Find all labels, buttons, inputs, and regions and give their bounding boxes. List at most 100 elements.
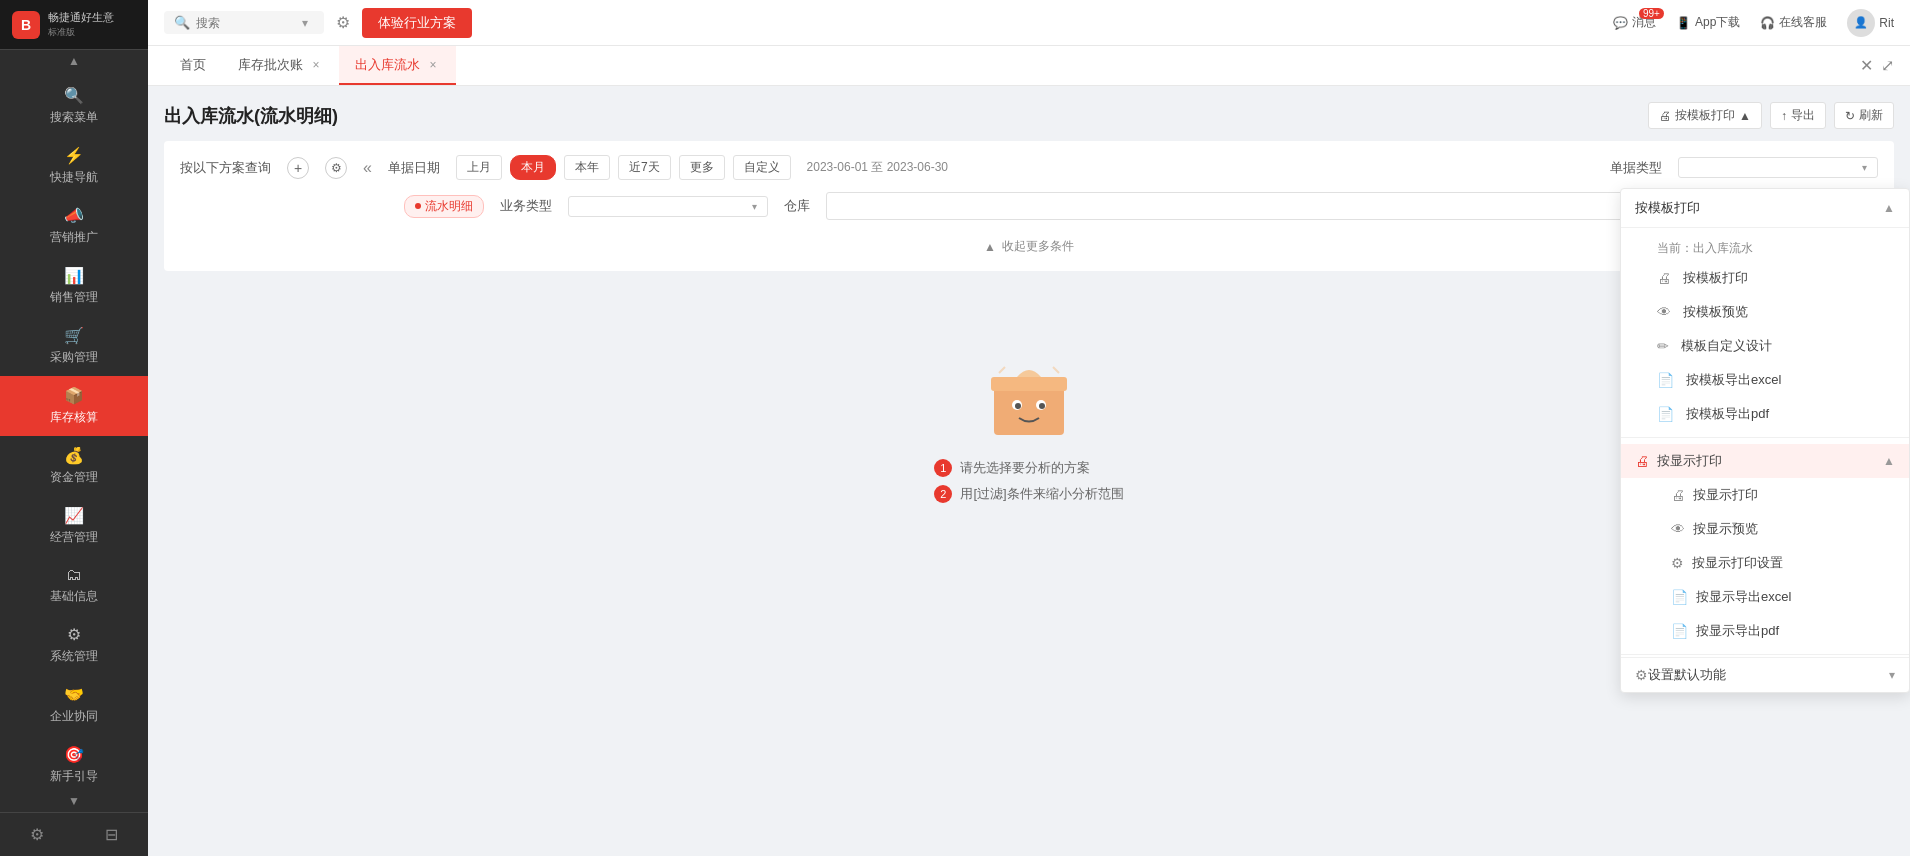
tab-batch-account[interactable]: 库存批次账 ×: [222, 46, 339, 85]
dropdown-display-excel[interactable]: 📄 按显示导出excel: [1621, 580, 1909, 614]
date-more-btn[interactable]: 更多: [679, 155, 725, 180]
sidebar-settings-icon[interactable]: ⚙: [30, 825, 44, 844]
display-settings-label: 按显示打印设置: [1692, 554, 1783, 572]
sidebar-collapse-icon[interactable]: ⊟: [105, 825, 118, 844]
svg-line-6: [999, 367, 1005, 373]
date-custom-btn[interactable]: 自定义: [733, 155, 791, 180]
sidebar-item-operations[interactable]: 📈 经营管理: [0, 496, 148, 556]
trial-button[interactable]: 体验行业方案: [362, 8, 472, 38]
sidebar-item-sales[interactable]: 📊 销售管理: [0, 256, 148, 316]
messages-badge: 99+: [1639, 8, 1664, 19]
topbar-right: 💬 消息 99+ 📱 App下载 🎧 在线客服 👤 Rit: [1613, 9, 1894, 37]
tag-dot: [415, 203, 421, 209]
messages-button[interactable]: 💬 消息 99+: [1613, 14, 1656, 31]
dropdown-template-preview[interactable]: 👁 按模板预览: [1621, 295, 1909, 329]
print-template-button[interactable]: 🖨 按模板打印 ▲: [1648, 102, 1762, 129]
sidebar-scroll-up[interactable]: ▲: [0, 50, 148, 72]
dropdown-template-pdf[interactable]: 📄 按模板导出pdf: [1621, 397, 1909, 431]
user-profile[interactable]: 👤 Rit: [1847, 9, 1894, 37]
sidebar-item-system[interactable]: ⚙ 系统管理: [0, 615, 148, 675]
warehouse-select[interactable]: ···: [826, 192, 1720, 220]
template-print-label: 按模板打印: [1683, 269, 1748, 287]
sidebar-item-label: 销售管理: [50, 289, 98, 306]
page-header: 出入库流水(流水明细) 🖨 按模板打印 ▲ ↑ 导出 ↻ 刷新: [164, 102, 1894, 129]
sidebar-item-label: 搜索菜单: [50, 109, 98, 126]
date-current-year-btn[interactable]: 本年: [564, 155, 610, 180]
filter-add-button[interactable]: +: [287, 157, 309, 179]
template-custom-icon: ✏: [1657, 338, 1669, 354]
dropdown-template-custom[interactable]: ✏ 模板自定义设计: [1621, 329, 1909, 363]
search-input[interactable]: [196, 16, 296, 30]
dropdown-display-print[interactable]: 🖨 按显示打印: [1621, 478, 1909, 512]
window-maximize-icon[interactable]: ⤢: [1881, 56, 1894, 75]
tabbar: 首页 库存批次账 × 出入库流水 × ✕ ⤢: [148, 46, 1910, 86]
dropdown-template-print[interactable]: 🖨 按模板打印: [1621, 261, 1909, 295]
empty-illustration: [979, 343, 1079, 443]
app-download-button[interactable]: 📱 App下载: [1676, 14, 1740, 31]
current-flow-label: 当前：出入库流水: [1621, 232, 1909, 261]
service-button[interactable]: 🎧 在线客服: [1760, 14, 1827, 31]
window-close-icon[interactable]: ✕: [1860, 56, 1873, 75]
dropdown-display-preview[interactable]: 👁 按显示预览: [1621, 512, 1909, 546]
sidebar: B 畅捷通好生意 标准版 ▲ 🔍 搜索菜单 ⚡ 快捷导航 📣 营销推广 📊 销售…: [0, 0, 148, 856]
sidebar-item-enterprise[interactable]: 🤝 企业协同: [0, 675, 148, 735]
sidebar-item-marketing[interactable]: 📣 营销推广: [0, 196, 148, 256]
date-current-month-btn[interactable]: 本月: [510, 155, 556, 180]
svg-point-5: [1039, 403, 1045, 409]
dropdown-collapse-arrow[interactable]: ▲: [1883, 201, 1895, 215]
sidebar-item-label: 快捷导航: [50, 169, 98, 186]
doc-type-arrow-icon: ▾: [1862, 162, 1867, 173]
date-7days-btn[interactable]: 近7天: [618, 155, 671, 180]
tab-flow[interactable]: 出入库流水 ×: [339, 46, 456, 85]
filter-row-1: 按以下方案查询 + ⚙ « 单据日期 上月 本月 本年 近7天 更多 自定义: [180, 155, 1878, 180]
export-button[interactable]: ↑ 导出: [1770, 102, 1826, 129]
date-range-display: 2023-06-01 至 2023-06-30: [807, 159, 948, 176]
dropdown-display-header[interactable]: 🖨 按显示打印 ▲: [1621, 444, 1909, 478]
app-icon: 📱: [1676, 16, 1691, 30]
sidebar-item-label: 资金管理: [50, 469, 98, 486]
sidebar-scroll-down[interactable]: ▼: [0, 790, 148, 812]
warehouse-label: 仓库: [784, 197, 810, 215]
refresh-button[interactable]: ↻ 刷新: [1834, 102, 1894, 129]
search-menu-icon: 🔍: [64, 86, 84, 105]
doc-type-label: 单据类型: [1610, 159, 1662, 177]
filter-collapse-button[interactable]: «: [363, 159, 372, 177]
tab-batch-close[interactable]: ×: [309, 58, 323, 72]
dropdown-display-settings[interactable]: ⚙ 按显示打印设置: [1621, 546, 1909, 580]
selected-filter-tag[interactable]: 流水明细: [404, 195, 484, 218]
tab-flow-close[interactable]: ×: [426, 58, 440, 72]
sidebar-item-label: 系统管理: [50, 648, 98, 665]
filter-settings-icon-btn[interactable]: ⚙: [325, 157, 347, 179]
sidebar-item-inventory[interactable]: 📦 库存核算: [0, 376, 148, 436]
sidebar-item-label: 企业协同: [50, 708, 98, 725]
search-dropdown-arrow[interactable]: ▾: [302, 16, 308, 30]
quick-nav-icon: ⚡: [64, 146, 84, 165]
date-prev-month-btn[interactable]: 上月: [456, 155, 502, 180]
sidebar-item-quick-nav[interactable]: ⚡ 快捷导航: [0, 136, 148, 196]
basics-icon: 🗂: [66, 566, 82, 584]
date-filter: 上月 本月 本年 近7天 更多 自定义 2023-06-01 至 2023-06…: [456, 155, 1594, 180]
sidebar-item-search-menu[interactable]: 🔍 搜索菜单: [0, 76, 148, 136]
sidebar-item-purchase[interactable]: 🛒 采购管理: [0, 316, 148, 376]
dropdown-display-pdf[interactable]: 📄 按显示导出pdf: [1621, 614, 1909, 648]
dropdown-footer[interactable]: ⚙ 设置默认功能 ▾: [1621, 657, 1909, 692]
biz-type-select[interactable]: ▾: [568, 196, 768, 217]
sidebar-item-guide[interactable]: 🎯 新手引导: [0, 735, 148, 790]
refresh-icon: ↻: [1845, 109, 1855, 123]
sidebar-nav: 🔍 搜索菜单 ⚡ 快捷导航 📣 营销推广 📊 销售管理 🛒 采购管理 📦 库存核…: [0, 72, 148, 790]
message-icon: 💬: [1613, 16, 1628, 30]
display-settings-icon: ⚙: [1671, 555, 1684, 571]
sidebar-item-label: 基础信息: [50, 588, 98, 605]
template-pdf-icon: 📄: [1657, 406, 1674, 422]
sidebar-item-finance[interactable]: 💰 资金管理: [0, 436, 148, 496]
tab-home[interactable]: 首页: [164, 46, 222, 85]
page-top-actions: 🖨 按模板打印 ▲ ↑ 导出 ↻ 刷新: [1648, 102, 1894, 129]
sidebar-item-basics[interactable]: 🗂 基础信息: [0, 556, 148, 615]
topbar-gear-icon[interactable]: ⚙: [336, 13, 350, 32]
doc-type-select[interactable]: ▾: [1678, 157, 1878, 178]
template-excel-label: 按模板导出excel: [1686, 371, 1781, 389]
biz-type-arrow-icon: ▾: [752, 201, 757, 212]
dropdown-divider: [1621, 437, 1909, 438]
topbar-search-box[interactable]: 🔍 ▾: [164, 11, 324, 34]
dropdown-template-excel[interactable]: 📄 按模板导出excel: [1621, 363, 1909, 397]
